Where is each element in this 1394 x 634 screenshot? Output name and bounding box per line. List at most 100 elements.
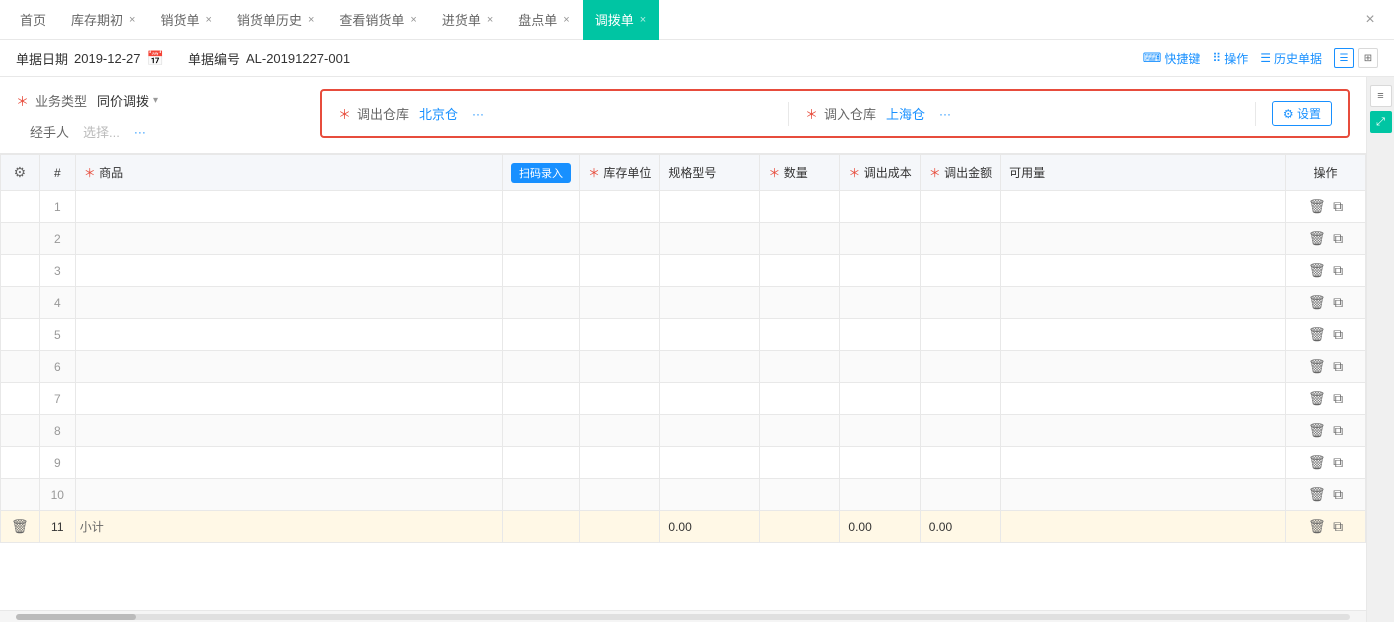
row-spec-cell-3[interactable] bbox=[660, 255, 760, 287]
row-spec-cell-4[interactable] bbox=[660, 287, 760, 319]
tab-sales-history-close[interactable]: × bbox=[308, 14, 314, 26]
row-amount-cell-4[interactable] bbox=[920, 287, 1000, 319]
row-qty-cell-4[interactable] bbox=[760, 287, 840, 319]
row-spec-cell-10[interactable] bbox=[660, 479, 760, 511]
row-delete-btn-7[interactable]: 🗑 bbox=[1308, 390, 1326, 407]
row-cost-cell-3[interactable] bbox=[840, 255, 920, 287]
row-cost-cell-2[interactable] bbox=[840, 223, 920, 255]
row-qty-cell-5[interactable] bbox=[760, 319, 840, 351]
row-copy-btn-3[interactable]: ⧉ bbox=[1333, 262, 1343, 279]
row-copy-btn-4[interactable]: ⧉ bbox=[1333, 294, 1343, 311]
row-product-cell-6[interactable] bbox=[75, 351, 502, 383]
transfer-in-more-icon[interactable]: ··· bbox=[939, 107, 951, 121]
row-unit-cell-9[interactable] bbox=[580, 447, 660, 479]
row-amount-cell-2[interactable] bbox=[920, 223, 1000, 255]
tab-sales-order-close[interactable]: × bbox=[205, 14, 211, 26]
row-copy-btn-5[interactable]: ⧉ bbox=[1333, 326, 1343, 343]
row-unit-cell-3[interactable] bbox=[580, 255, 660, 287]
row-unit-cell-8[interactable] bbox=[580, 415, 660, 447]
row-product-cell-1[interactable] bbox=[75, 191, 502, 223]
ops-btn[interactable]: ⠿ 操作 bbox=[1212, 50, 1248, 67]
row-qty-cell-8[interactable] bbox=[760, 415, 840, 447]
transfer-out-value[interactable]: 北京仓 bbox=[419, 104, 458, 123]
row-delete-btn-10[interactable]: 🗑 bbox=[1308, 486, 1326, 503]
row-delete-btn-6[interactable]: 🗑 bbox=[1308, 358, 1326, 375]
row-qty-cell-10[interactable] bbox=[760, 479, 840, 511]
row-copy-btn-6[interactable]: ⧉ bbox=[1333, 358, 1343, 375]
row-cost-cell-1[interactable] bbox=[840, 191, 920, 223]
row-cost-cell-5[interactable] bbox=[840, 319, 920, 351]
row-unit-cell-10[interactable] bbox=[580, 479, 660, 511]
row-product-cell-8[interactable] bbox=[75, 415, 502, 447]
row-amount-cell-9[interactable] bbox=[920, 447, 1000, 479]
shortcut-btn[interactable]: ⌨ 快捷键 bbox=[1143, 50, 1201, 67]
biz-type-select[interactable]: 同价调拨 ▾ bbox=[93, 89, 162, 112]
row-cost-cell-8[interactable] bbox=[840, 415, 920, 447]
tab-inventory-init-close[interactable]: × bbox=[129, 14, 135, 26]
row-product-cell-9[interactable] bbox=[75, 447, 502, 479]
row-spec-cell-5[interactable] bbox=[660, 319, 760, 351]
row-copy-btn-10[interactable]: ⧉ bbox=[1333, 486, 1343, 503]
tab-inventory-check[interactable]: 盘点单 × bbox=[506, 0, 582, 40]
row-qty-cell-9[interactable] bbox=[760, 447, 840, 479]
tab-transfer-close[interactable]: × bbox=[640, 14, 646, 26]
row-cost-cell-6[interactable] bbox=[840, 351, 920, 383]
row-cost-cell-4[interactable] bbox=[840, 287, 920, 319]
sidebar-note-button[interactable]: ≡ bbox=[1370, 85, 1392, 107]
row-unit-cell-6[interactable] bbox=[580, 351, 660, 383]
scan-entry-button[interactable]: 扫码录入 bbox=[511, 163, 571, 183]
row-product-cell-7[interactable] bbox=[75, 383, 502, 415]
row-qty-cell-1[interactable] bbox=[760, 191, 840, 223]
tab-home[interactable]: 首页 bbox=[8, 0, 59, 40]
row-delete-btn[interactable]: 🗑 bbox=[11, 518, 29, 535]
tab-view-sales-close[interactable]: × bbox=[410, 14, 416, 26]
tab-sales-order[interactable]: 销货单 × bbox=[148, 0, 224, 40]
transfer-out-more-icon[interactable]: ··· bbox=[472, 107, 484, 121]
row-amount-cell-8[interactable] bbox=[920, 415, 1000, 447]
row-unit-cell-7[interactable] bbox=[580, 383, 660, 415]
row-spec-cell-6[interactable] bbox=[660, 351, 760, 383]
agent-more-icon[interactable]: ··· bbox=[134, 125, 146, 139]
row-delete-btn-9[interactable]: 🗑 bbox=[1308, 454, 1326, 471]
row-spec-cell-9[interactable] bbox=[660, 447, 760, 479]
tab-inventory-check-close[interactable]: × bbox=[563, 14, 569, 26]
row-delete-btn-1[interactable]: 🗑 bbox=[1308, 198, 1326, 215]
row-spec-cell-1[interactable] bbox=[660, 191, 760, 223]
layout-grid-icon[interactable]: ⊞ bbox=[1358, 48, 1378, 68]
calendar-icon[interactable]: 📅 bbox=[147, 50, 164, 67]
tab-transfer[interactable]: 调拨单 × bbox=[583, 0, 659, 40]
row-delete-btn-8[interactable]: 🗑 bbox=[1308, 422, 1326, 439]
row-amount-cell-3[interactable] bbox=[920, 255, 1000, 287]
row-qty-cell-6[interactable] bbox=[760, 351, 840, 383]
row-copy-btn-2[interactable]: ⧉ bbox=[1333, 230, 1343, 247]
tab-sales-history[interactable]: 销货单历史 × bbox=[225, 0, 327, 40]
row-delete-btn-sub[interactable]: 🗑 bbox=[1308, 518, 1326, 535]
row-qty-cell-2[interactable] bbox=[760, 223, 840, 255]
row-amount-cell-1[interactable] bbox=[920, 191, 1000, 223]
window-close-button[interactable]: × bbox=[1354, 4, 1386, 36]
row-unit-cell-2[interactable] bbox=[580, 223, 660, 255]
row-unit-cell-1[interactable] bbox=[580, 191, 660, 223]
row-amount-cell-6[interactable] bbox=[920, 351, 1000, 383]
row-spec-cell-8[interactable] bbox=[660, 415, 760, 447]
sidebar-expand-button[interactable]: ⤢ bbox=[1370, 111, 1392, 133]
row-copy-btn-8[interactable]: ⧉ bbox=[1333, 422, 1343, 439]
row-unit-cell-5[interactable] bbox=[580, 319, 660, 351]
row-copy-btn-7[interactable]: ⧉ bbox=[1333, 390, 1343, 407]
row-amount-cell-10[interactable] bbox=[920, 479, 1000, 511]
row-product-cell-5[interactable] bbox=[75, 319, 502, 351]
row-delete-btn-3[interactable]: 🗑 bbox=[1308, 262, 1326, 279]
row-unit-cell-4[interactable] bbox=[580, 287, 660, 319]
row-delete-btn-4[interactable]: 🗑 bbox=[1308, 294, 1326, 311]
agent-placeholder[interactable]: 选择... bbox=[83, 122, 120, 141]
row-copy-btn-9[interactable]: ⧉ bbox=[1333, 454, 1343, 471]
row-product-cell-10[interactable] bbox=[75, 479, 502, 511]
row-qty-cell-7[interactable] bbox=[760, 383, 840, 415]
row-cost-cell-7[interactable] bbox=[840, 383, 920, 415]
row-cost-cell-10[interactable] bbox=[840, 479, 920, 511]
tab-purchase[interactable]: 进货单 × bbox=[430, 0, 506, 40]
row-product-cell-3[interactable] bbox=[75, 255, 502, 287]
transfer-in-value[interactable]: 上海仓 bbox=[886, 104, 925, 123]
form-setting-button[interactable]: ⚙ 设置 bbox=[1272, 101, 1332, 126]
row-spec-cell-2[interactable] bbox=[660, 223, 760, 255]
